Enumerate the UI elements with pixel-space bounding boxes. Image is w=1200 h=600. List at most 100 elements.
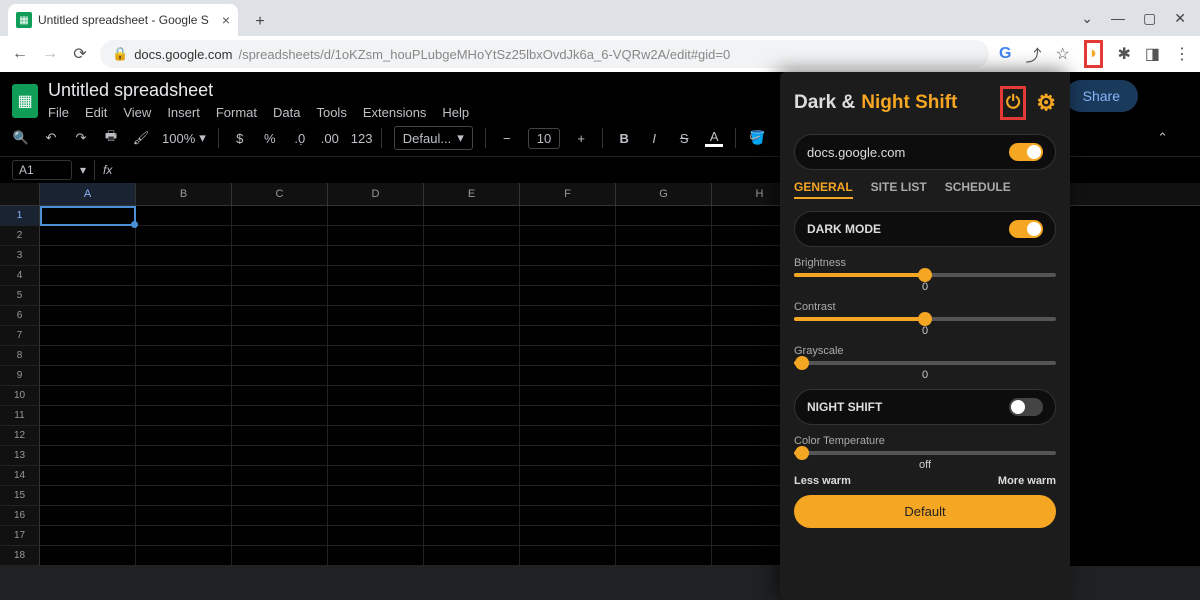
- cell[interactable]: [328, 226, 424, 246]
- night-shift-extension-icon[interactable]: ◗: [1089, 45, 1099, 62]
- cell[interactable]: [424, 306, 520, 326]
- grayscale-slider[interactable]: [794, 361, 1056, 365]
- ext-tab-general[interactable]: GENERAL: [794, 180, 853, 199]
- row-header[interactable]: 4: [0, 266, 40, 286]
- paint-format-icon[interactable]: 🖌: [132, 130, 150, 146]
- cell[interactable]: [232, 486, 328, 506]
- cell[interactable]: [232, 346, 328, 366]
- cell[interactable]: [136, 266, 232, 286]
- row-header[interactable]: 6: [0, 306, 40, 326]
- cell[interactable]: [520, 246, 616, 266]
- chevron-down-icon[interactable]: ⌄: [1081, 10, 1093, 27]
- cell[interactable]: [40, 526, 136, 546]
- cell[interactable]: [616, 426, 712, 446]
- cell[interactable]: [40, 266, 136, 286]
- cell[interactable]: [328, 426, 424, 446]
- menu-extensions[interactable]: Extensions: [363, 105, 427, 120]
- new-tab-button[interactable]: +: [246, 8, 274, 36]
- column-header[interactable]: A: [40, 183, 136, 205]
- cell[interactable]: [40, 306, 136, 326]
- cell[interactable]: [136, 426, 232, 446]
- italic-icon[interactable]: I: [645, 131, 663, 146]
- cell[interactable]: [328, 326, 424, 346]
- cell[interactable]: [40, 326, 136, 346]
- cell[interactable]: [424, 526, 520, 546]
- percent-icon[interactable]: %: [261, 131, 279, 146]
- cell[interactable]: [328, 206, 424, 226]
- cell[interactable]: [328, 526, 424, 546]
- cell[interactable]: [328, 306, 424, 326]
- cell[interactable]: [40, 466, 136, 486]
- zoom-select[interactable]: 100% ▾: [162, 130, 206, 146]
- brightness-slider[interactable]: [794, 273, 1056, 277]
- cell[interactable]: [616, 226, 712, 246]
- font-select[interactable]: Defaul... ▾: [394, 126, 473, 150]
- reload-icon[interactable]: ⟳: [70, 44, 90, 64]
- menu-data[interactable]: Data: [273, 105, 300, 120]
- row-header[interactable]: 15: [0, 486, 40, 506]
- cell[interactable]: [520, 306, 616, 326]
- cell[interactable]: [616, 306, 712, 326]
- cell[interactable]: [136, 206, 232, 226]
- sidepanel-icon[interactable]: ◨: [1145, 44, 1160, 64]
- collapse-toolbar-icon[interactable]: ⌃: [1157, 130, 1168, 146]
- row-header[interactable]: 13: [0, 446, 40, 466]
- cell[interactable]: [616, 326, 712, 346]
- cell[interactable]: [424, 546, 520, 566]
- cell[interactable]: [616, 446, 712, 466]
- cell[interactable]: [232, 286, 328, 306]
- row-header[interactable]: 14: [0, 466, 40, 486]
- contrast-slider[interactable]: [794, 317, 1056, 321]
- cell[interactable]: [136, 406, 232, 426]
- decrease-decimal-icon[interactable]: .0̣: [291, 131, 309, 146]
- cell[interactable]: [616, 406, 712, 426]
- browser-tab[interactable]: ▦ Untitled spreadsheet - Google S ×: [8, 4, 238, 36]
- cell[interactable]: [40, 246, 136, 266]
- cell[interactable]: [328, 366, 424, 386]
- row-header[interactable]: 5: [0, 286, 40, 306]
- cell[interactable]: [136, 346, 232, 366]
- font-size-input[interactable]: 10: [528, 128, 560, 149]
- cell[interactable]: [136, 286, 232, 306]
- cell[interactable]: [520, 546, 616, 566]
- menu-insert[interactable]: Insert: [167, 105, 200, 120]
- cell[interactable]: [520, 466, 616, 486]
- cell[interactable]: [616, 386, 712, 406]
- cell[interactable]: [136, 546, 232, 566]
- dark-mode-toggle[interactable]: [1009, 220, 1043, 238]
- menu-view[interactable]: View: [123, 105, 151, 120]
- cell[interactable]: [232, 226, 328, 246]
- close-window-icon[interactable]: ✕: [1174, 10, 1186, 27]
- cell[interactable]: [616, 466, 712, 486]
- cell[interactable]: [424, 506, 520, 526]
- cell[interactable]: [616, 206, 712, 226]
- cell[interactable]: [616, 286, 712, 306]
- sheets-logo-icon[interactable]: ▦: [12, 84, 38, 118]
- cell[interactable]: [40, 286, 136, 306]
- row-header[interactable]: 3: [0, 246, 40, 266]
- cell[interactable]: [232, 446, 328, 466]
- row-header[interactable]: 10: [0, 386, 40, 406]
- row-header[interactable]: 18: [0, 546, 40, 566]
- print-icon[interactable]: 🖶: [102, 127, 120, 149]
- row-header[interactable]: 9: [0, 366, 40, 386]
- row-header[interactable]: 11: [0, 406, 40, 426]
- column-header[interactable]: F: [520, 183, 616, 205]
- cell[interactable]: [424, 406, 520, 426]
- column-header[interactable]: E: [424, 183, 520, 205]
- text-color-icon[interactable]: A: [705, 129, 723, 147]
- cell[interactable]: [424, 466, 520, 486]
- menu-file[interactable]: File: [48, 105, 69, 120]
- cell[interactable]: [40, 406, 136, 426]
- cell[interactable]: [328, 286, 424, 306]
- cell[interactable]: [136, 466, 232, 486]
- more-formats-icon[interactable]: 123: [351, 131, 369, 146]
- back-icon[interactable]: ←: [10, 44, 30, 64]
- cell[interactable]: [520, 426, 616, 446]
- cell[interactable]: [232, 266, 328, 286]
- domain-toggle[interactable]: [1009, 143, 1043, 161]
- cell[interactable]: [424, 346, 520, 366]
- google-icon[interactable]: G: [999, 45, 1011, 63]
- cell[interactable]: [520, 486, 616, 506]
- minimize-icon[interactable]: —: [1111, 10, 1125, 26]
